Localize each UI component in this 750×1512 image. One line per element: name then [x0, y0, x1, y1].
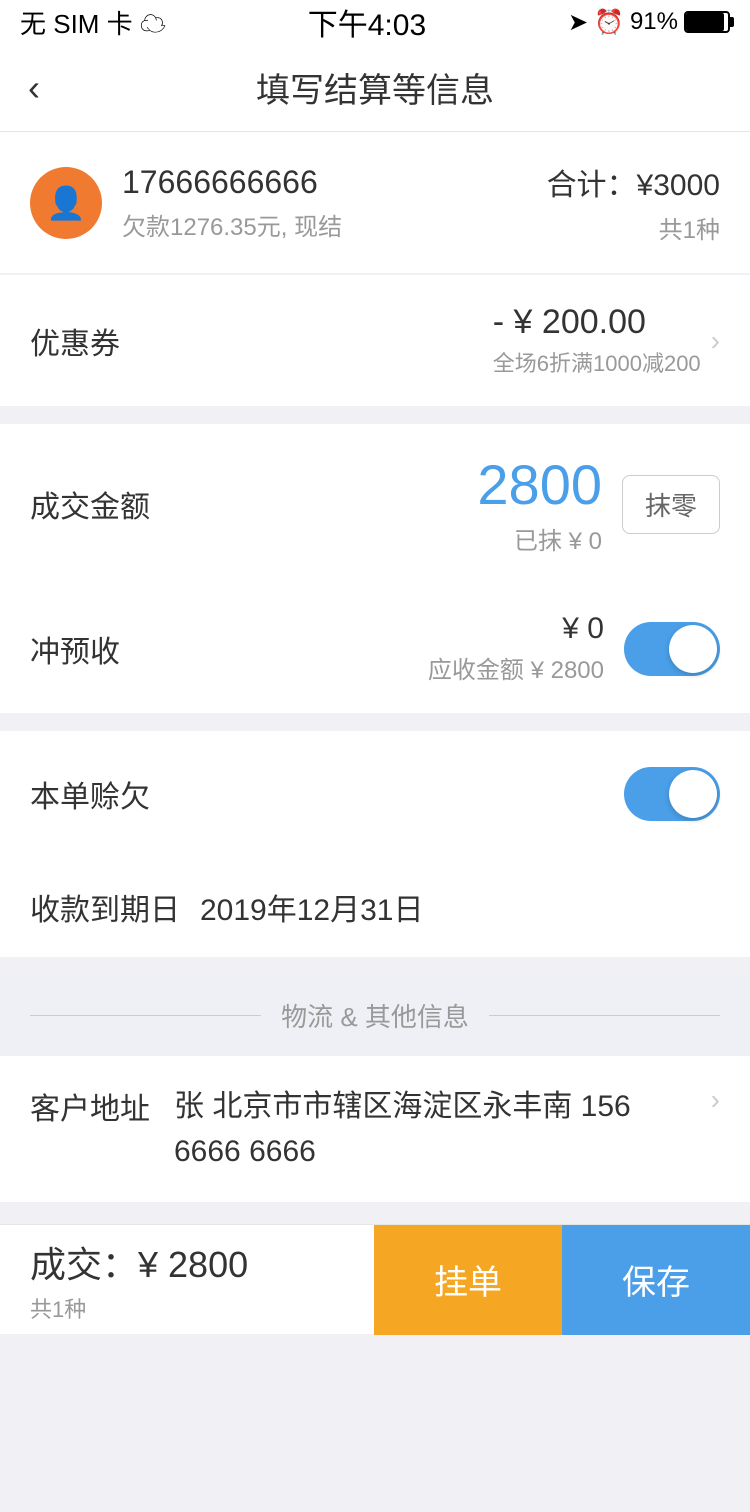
amount-info: 2800 已抹 ¥ 0 [477, 452, 602, 556]
alarm-icon: ⏰ [594, 8, 624, 37]
user-count: 共1种 [547, 210, 720, 245]
address-label: 客户地址 [30, 1084, 150, 1128]
user-total: 合计：¥3000 [547, 160, 720, 204]
bottom-deal-amount: ¥ 2800 [138, 1244, 248, 1285]
coupon-right: - ¥ 200.00 全场6折满1000减200 › [493, 303, 720, 378]
amount-row: 成交金额 2800 已抹 ¥ 0 抹零 [0, 424, 750, 584]
bottom-deal: 成交：¥ 2800 [30, 1236, 344, 1288]
prepay-toggle[interactable] [624, 622, 720, 676]
toggle-knob [669, 625, 717, 673]
due-date-label: 收款到期日 [30, 885, 180, 929]
status-bar: 无 SIM 卡 ☁ 下午4:03 ➤ ⏰ 91% [0, 0, 750, 44]
coupon-discount: - ¥ 200.00 [493, 303, 701, 342]
debt-toggle[interactable] [624, 767, 720, 821]
round-zero-button[interactable]: 抹零 [622, 475, 720, 534]
user-info: 17666666666 欠款1276.35元, 现结 [122, 164, 342, 242]
coupon-desc: 全场6折满1000减200 [493, 346, 701, 378]
prepay-label: 冲预收 [30, 627, 120, 671]
deal-amount-section: 成交金额 2800 已抹 ¥ 0 抹零 冲预收 ¥ 0 应收金额 ¥ 2800 [0, 424, 750, 713]
user-card: 👤 17666666666 欠款1276.35元, 现结 合计：¥3000 共1… [0, 132, 750, 273]
bottom-space [0, 1402, 750, 1512]
user-right: 合计：¥3000 共1种 [547, 160, 720, 245]
location-icon: ➤ [568, 8, 588, 37]
page-title: 填写结算等信息 [256, 63, 494, 112]
due-date-row: 收款到期日 2019年12月31日 [0, 857, 750, 957]
status-right: ➤ ⏰ 91% [568, 8, 730, 37]
bottom-deal-label: 成交： [30, 1244, 138, 1285]
coupon-row[interactable]: 优惠券 - ¥ 200.00 全场6折满1000减200 › [0, 275, 750, 406]
logistics-header: 物流 & 其他信息 [0, 975, 750, 1056]
prepay-values: ¥ 0 应收金额 ¥ 2800 [428, 612, 604, 685]
coupon-chevron-icon: › [711, 325, 720, 357]
bottom-summary: 成交：¥ 2800 共1种 [0, 1236, 374, 1324]
debt-row: 本单赊欠 [0, 731, 750, 857]
prepay-receivable: 应收金额 ¥ 2800 [428, 650, 604, 685]
status-left: 无 SIM 卡 ☁ [20, 4, 166, 41]
bottom-bar: 成交：¥ 2800 共1种 挂单 保存 [0, 1224, 750, 1334]
save-button[interactable]: 保存 [562, 1225, 750, 1335]
hang-button[interactable]: 挂单 [374, 1225, 562, 1335]
battery-icon [684, 11, 730, 33]
avatar-icon: 👤 [46, 184, 86, 222]
coupon-info: - ¥ 200.00 全场6折满1000减200 [493, 303, 701, 378]
avatar: 👤 [30, 167, 102, 239]
prepay-row: 冲预收 ¥ 0 应收金额 ¥ 2800 [0, 584, 750, 713]
status-time: 下午4:03 [308, 0, 426, 44]
prepay-right: ¥ 0 应收金额 ¥ 2800 [428, 612, 720, 685]
debt-label: 本单赊欠 [30, 772, 150, 816]
debt-section: 本单赊欠 收款到期日 2019年12月31日 [0, 731, 750, 957]
amount-sub: 已抹 ¥ 0 [477, 521, 602, 556]
address-row[interactable]: 客户地址 张 北京市市辖区海淀区永丰南 156 6666 6666 › [0, 1056, 750, 1202]
logistics-line-left [30, 1015, 261, 1016]
logistics-line-right [489, 1015, 720, 1016]
address-text: 张 北京市市辖区海淀区永丰南 156 6666 6666 [174, 1084, 701, 1174]
user-debt: 欠款1276.35元, 现结 [122, 207, 342, 242]
header: ‹ 填写结算等信息 [0, 44, 750, 132]
user-phone: 17666666666 [122, 164, 342, 201]
logistics-label: 物流 & 其他信息 [281, 997, 469, 1034]
user-left: 👤 17666666666 欠款1276.35元, 现结 [30, 164, 342, 242]
amount-label: 成交金额 [30, 482, 150, 526]
due-date-value: 2019年12月31日 [200, 885, 423, 929]
prepay-amount: ¥ 0 [428, 612, 604, 646]
address-chevron-icon: › [711, 1084, 720, 1116]
bottom-count: 共1种 [30, 1292, 344, 1324]
debt-toggle-knob [669, 770, 717, 818]
no-sim-text: 无 SIM 卡 ☁ [20, 4, 166, 41]
amount-right: 2800 已抹 ¥ 0 抹零 [477, 452, 720, 556]
back-button[interactable]: ‹ [28, 67, 40, 109]
battery-percent: 91% [630, 8, 678, 36]
coupon-label: 优惠券 [30, 319, 120, 363]
amount-value: 2800 [477, 452, 602, 517]
